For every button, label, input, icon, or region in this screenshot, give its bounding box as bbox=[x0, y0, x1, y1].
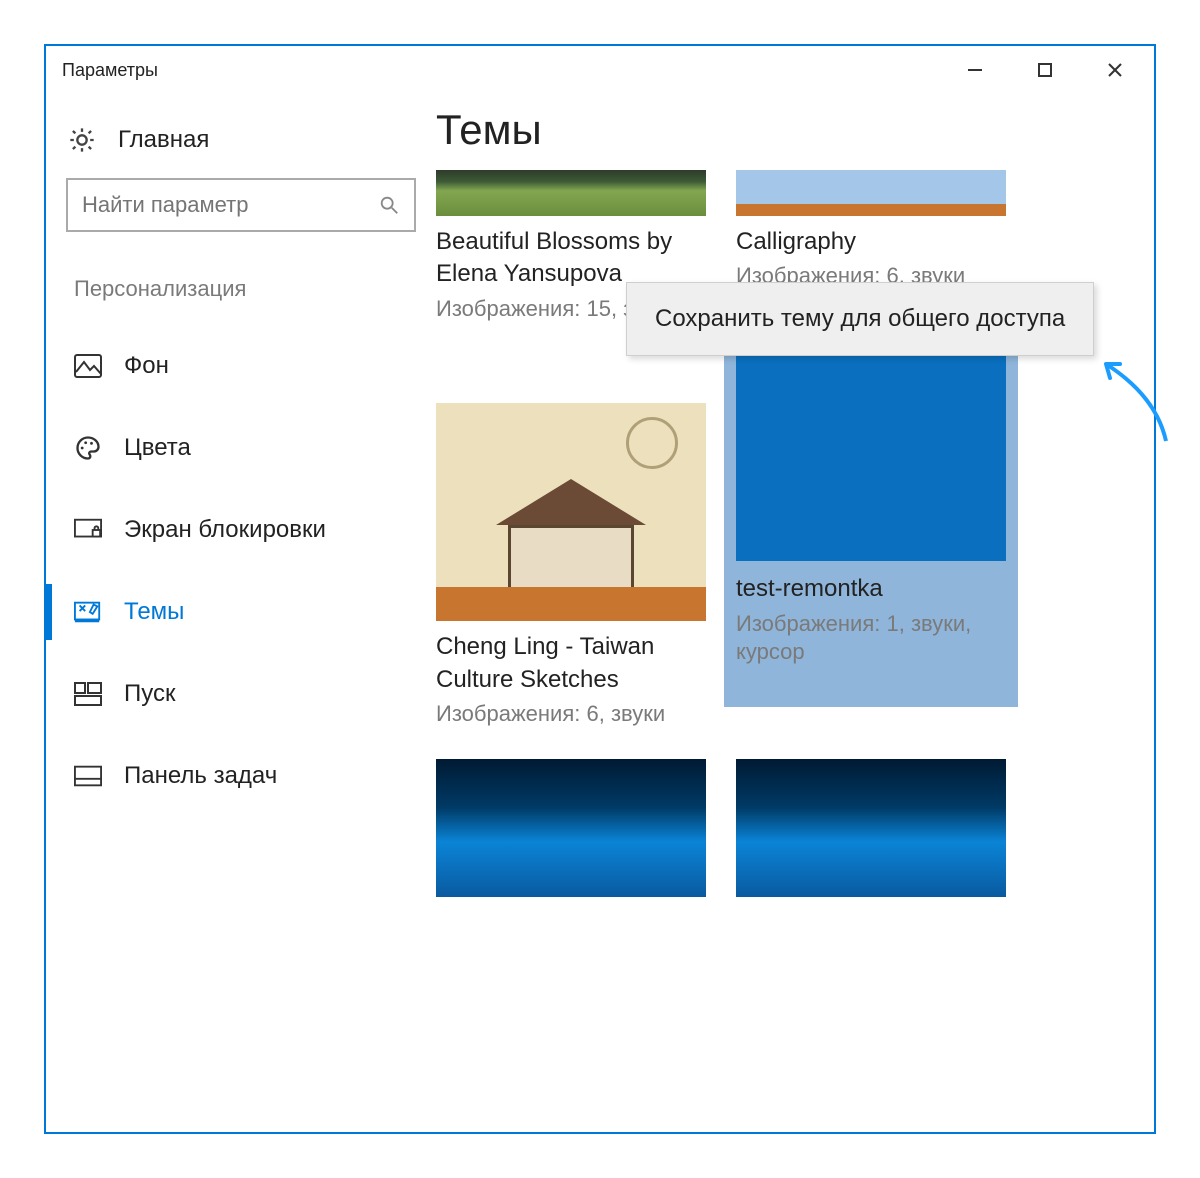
section-label: Персонализация bbox=[66, 268, 426, 330]
theme-card-testremontka[interactable]: test-remontka Изображения: 1, звуки, кур… bbox=[724, 331, 1018, 707]
lockscreen-icon bbox=[74, 516, 102, 544]
sidebar-item-lockscreen[interactable]: Экран блокировки bbox=[66, 494, 426, 566]
sidebar-item-label: Фон bbox=[124, 352, 169, 380]
context-menu-save-theme[interactable]: Сохранить тему для общего доступа bbox=[626, 282, 1094, 356]
sidebar-item-label: Темы bbox=[124, 598, 184, 626]
image-icon bbox=[74, 352, 102, 380]
sidebar-item-label: Панель задач bbox=[124, 762, 277, 790]
search-input[interactable] bbox=[82, 192, 378, 218]
minimize-icon bbox=[966, 61, 984, 79]
theme-thumbnail[interactable] bbox=[436, 759, 706, 897]
sidebar-item-label: Цвета bbox=[124, 434, 191, 462]
start-icon bbox=[74, 680, 102, 708]
search-icon bbox=[378, 194, 400, 216]
theme-thumbnail bbox=[736, 343, 1006, 561]
close-button[interactable] bbox=[1080, 48, 1150, 92]
close-icon bbox=[1106, 61, 1124, 79]
sidebar-item-taskbar[interactable]: Панель задач bbox=[66, 740, 426, 812]
theme-thumbnail bbox=[736, 170, 1006, 216]
theme-card-calligraphy[interactable]: Calligraphy Изображения: 6, звуки bbox=[736, 170, 1006, 291]
page-title: Темы bbox=[436, 106, 1154, 154]
titlebar: Параметры bbox=[46, 46, 1154, 94]
context-menu-label: Сохранить тему для общего доступа bbox=[655, 305, 1065, 332]
window-title: Параметры bbox=[62, 60, 940, 81]
theme-thumbnail bbox=[436, 403, 706, 621]
theme-name: Calligraphy bbox=[736, 226, 1006, 258]
theme-thumbnail[interactable] bbox=[736, 759, 1006, 897]
theme-name: Cheng Ling - Taiwan Culture Sketches bbox=[436, 631, 706, 696]
sidebar-item-themes[interactable]: Темы bbox=[66, 576, 426, 648]
theme-thumbnail bbox=[436, 170, 706, 216]
theme-name: test-remontka bbox=[724, 573, 1018, 605]
themes-icon bbox=[74, 598, 102, 626]
gear-icon bbox=[68, 126, 96, 154]
theme-meta: Изображения: 1, звуки, курсор bbox=[724, 610, 1018, 667]
taskbar-icon bbox=[74, 762, 102, 790]
sidebar-item-start[interactable]: Пуск bbox=[66, 658, 426, 730]
palette-icon bbox=[74, 434, 102, 462]
minimize-button[interactable] bbox=[940, 48, 1010, 92]
sidebar-item-background[interactable]: Фон bbox=[66, 330, 426, 402]
sidebar-item-label: Экран блокировки bbox=[124, 516, 326, 544]
sidebar-item-colors[interactable]: Цвета bbox=[66, 412, 426, 484]
theme-meta: Изображения: 6, звуки bbox=[436, 700, 706, 729]
maximize-icon bbox=[1037, 62, 1053, 78]
maximize-button[interactable] bbox=[1010, 48, 1080, 92]
sidebar: Главная Персонализация Фон Цвета Э bbox=[46, 94, 426, 1132]
sidebar-item-label: Пуск bbox=[124, 680, 175, 708]
main-content: Темы Beautiful Blossoms by Elena Yansupo… bbox=[426, 94, 1154, 1132]
search-box[interactable] bbox=[66, 178, 416, 232]
theme-card-chengling[interactable]: Cheng Ling - Taiwan Culture Sketches Изо… bbox=[436, 343, 706, 728]
home-link[interactable]: Главная bbox=[66, 116, 426, 178]
home-label: Главная bbox=[118, 126, 209, 154]
